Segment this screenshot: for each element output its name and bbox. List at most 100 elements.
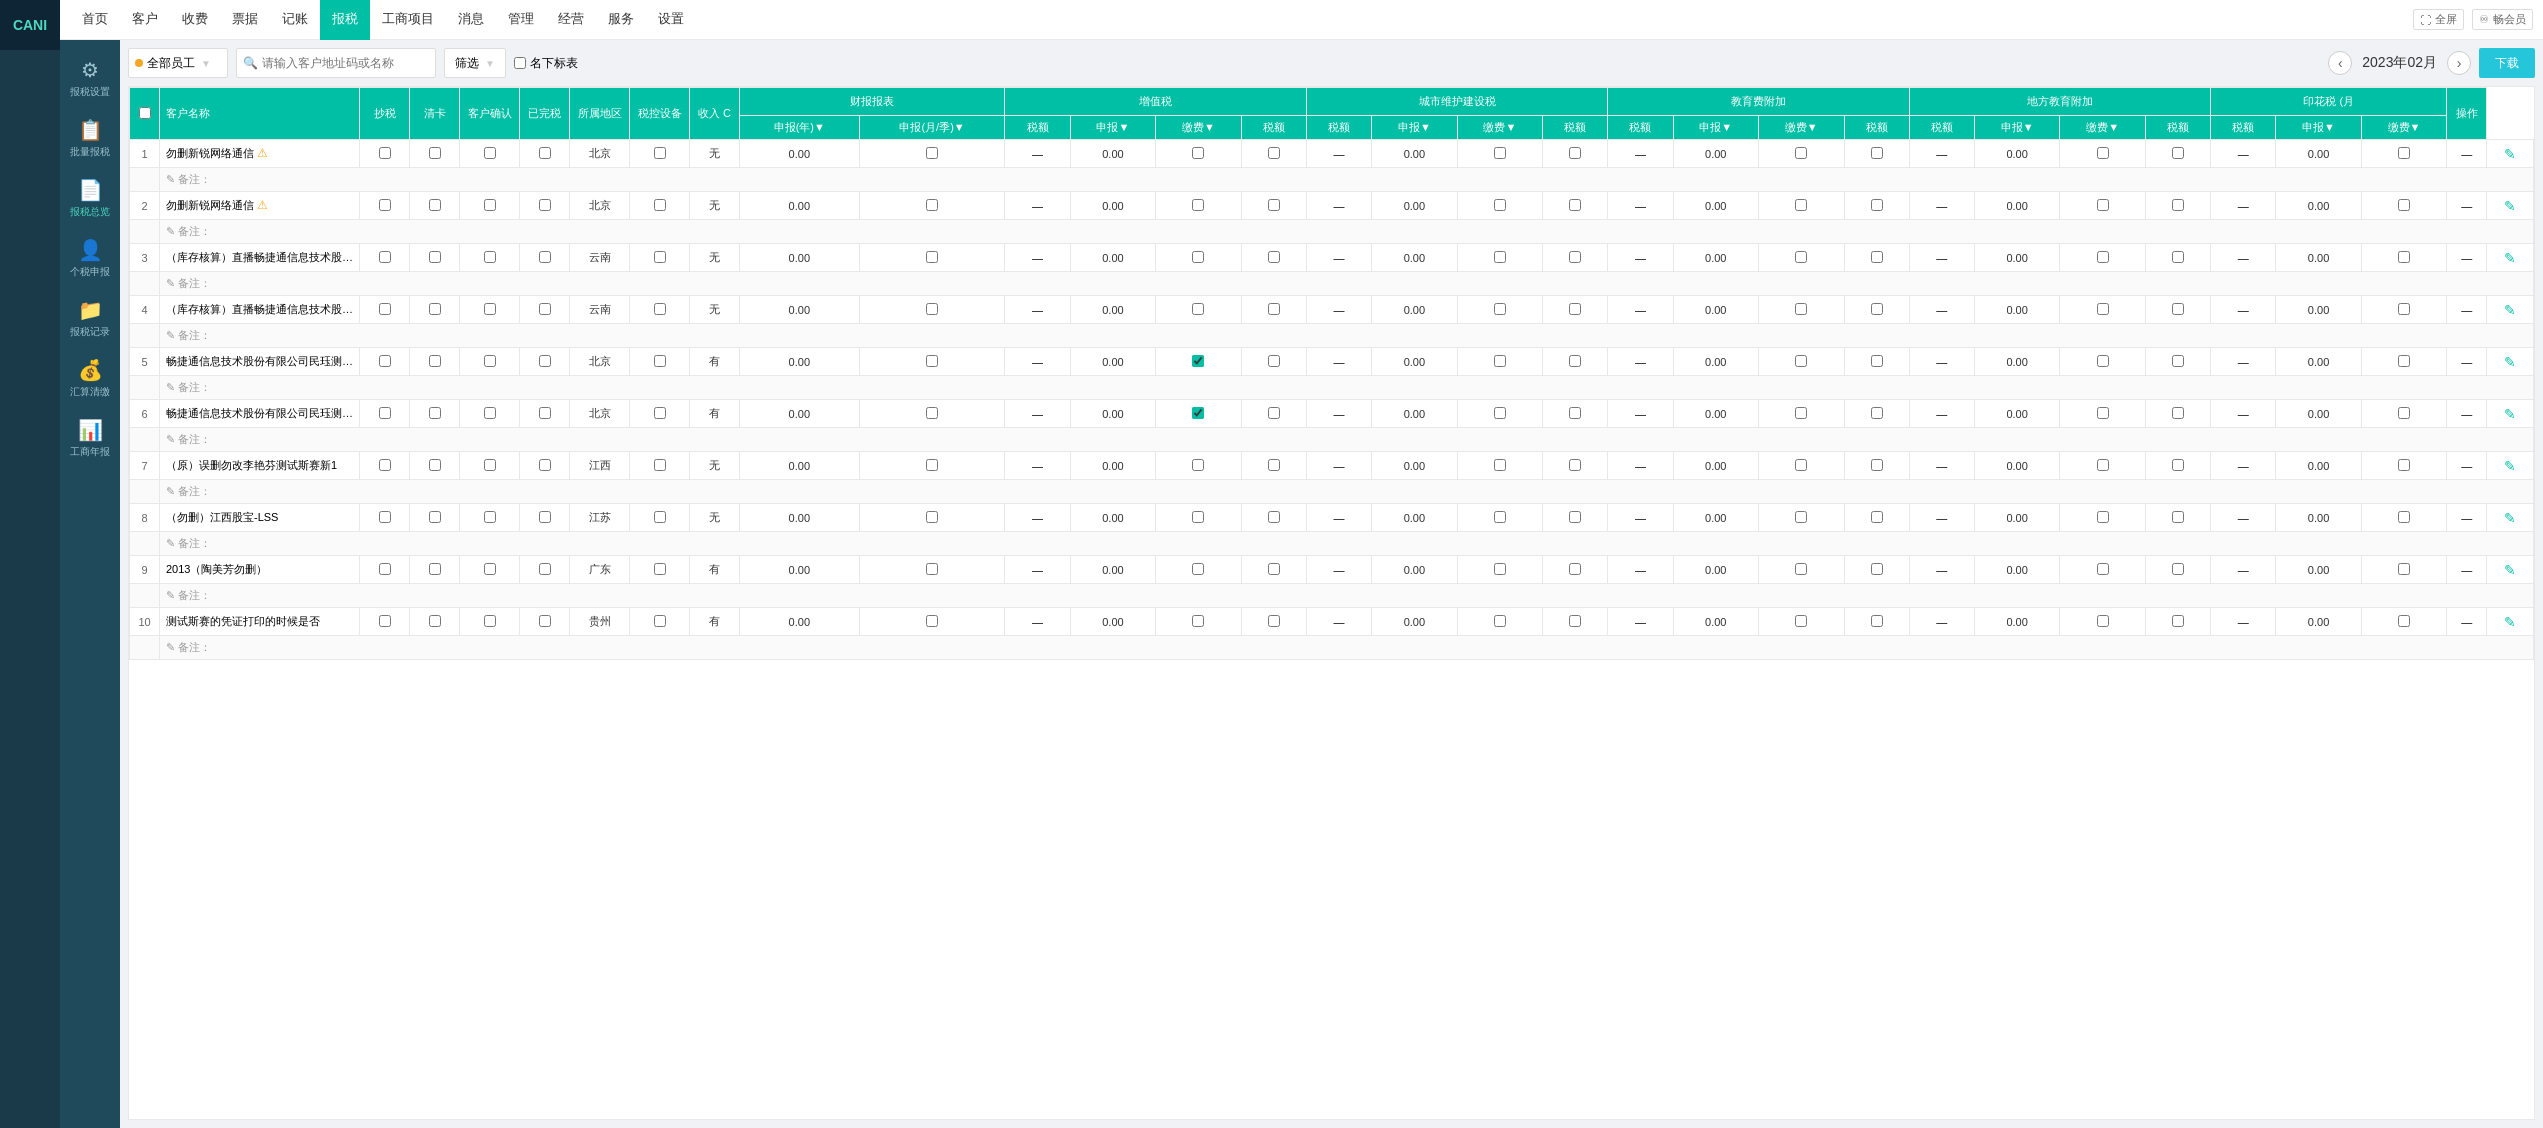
local-fee-cb[interactable] [2145,296,2210,324]
confirm-cb[interactable] [460,140,520,168]
nav-manage[interactable]: 管理 [496,0,546,40]
employee-filter[interactable]: 全部员工 ▼ [128,48,228,78]
vat-declare-cb[interactable] [1156,192,1242,220]
city-fee-cb[interactable] [1543,608,1608,636]
nav-finance[interactable]: 经营 [546,0,596,40]
confirm-cb[interactable] [460,296,520,324]
local-declare-cb[interactable] [2060,608,2146,636]
qingka-cb[interactable] [410,296,460,324]
fin-year-cb[interactable] [859,452,1005,480]
th-local-fee[interactable]: 缴费▼ [2060,116,2146,140]
fin-year-cb[interactable] [859,504,1005,532]
stamp-declare-cb[interactable] [2361,192,2447,220]
city-declare-cb[interactable] [1457,244,1543,272]
qingka-cb[interactable] [410,400,460,428]
filed-cb[interactable] [520,348,570,376]
edit-btn[interactable]: ✎ [2487,504,2534,532]
edu-fee-cb[interactable] [1844,504,1909,532]
local-fee-cb[interactable] [2145,556,2210,584]
stamp-declare-cb[interactable] [2361,608,2447,636]
edu-fee-cb[interactable] [1844,244,1909,272]
edit-btn[interactable]: ✎ [2487,452,2534,480]
edit-btn[interactable]: ✎ [2487,556,2534,584]
local-fee-cb[interactable] [2145,348,2210,376]
vat-declare-cb[interactable] [1156,348,1242,376]
qingka-cb[interactable] [410,504,460,532]
local-fee-cb[interactable] [2145,504,2210,532]
edu-fee-cb[interactable] [1844,556,1909,584]
fullscreen-btn[interactable]: ⛶ 全屏 [2413,9,2464,30]
sub-nav-batch-tax[interactable]: 📋 批量报税 [60,108,120,168]
edit-btn[interactable]: ✎ [2487,296,2534,324]
city-fee-cb[interactable] [1543,452,1608,480]
vat-declare-cb[interactable] [1156,296,1242,324]
chaoshui-cb[interactable] [360,192,410,220]
fin-year-cb[interactable] [859,296,1005,324]
select-all-checkbox[interactable] [139,107,151,119]
sub-nav-annual-report[interactable]: 📊 工商年报 [60,408,120,468]
filed-cb[interactable] [520,608,570,636]
checkbox-label[interactable]: 名下标表 [514,55,578,72]
stamp-declare-cb[interactable] [2361,244,2447,272]
vat-fee-cb[interactable] [1241,400,1306,428]
local-fee-cb[interactable] [2145,244,2210,272]
city-fee-cb[interactable] [1543,556,1608,584]
search-box[interactable]: 🔍 [236,48,436,78]
nav-tax[interactable]: 报税 [320,0,370,40]
sub-nav-tax-record[interactable]: 📁 报税记录 [60,288,120,348]
edu-fee-cb[interactable] [1844,348,1909,376]
qingka-cb[interactable] [410,608,460,636]
edit-btn[interactable]: ✎ [2487,608,2534,636]
vat-declare-cb[interactable] [1156,504,1242,532]
date-prev-btn[interactable]: ‹ [2328,51,2352,75]
vat-fee-cb[interactable] [1241,192,1306,220]
th-local-declare[interactable]: 申报▼ [1974,116,2060,140]
fin-year-cb[interactable] [859,244,1005,272]
edu-fee-cb[interactable] [1844,140,1909,168]
vat-declare-cb[interactable] [1156,608,1242,636]
qingka-cb[interactable] [410,244,460,272]
edu-fee-cb[interactable] [1844,452,1909,480]
nav-message[interactable]: 消息 [446,0,496,40]
confirm-cb[interactable] [460,400,520,428]
edu-declare-cb[interactable] [1759,400,1845,428]
chaoshui-cb[interactable] [360,348,410,376]
city-declare-cb[interactable] [1457,608,1543,636]
sub-nav-settlement[interactable]: 💰 汇算清缴 [60,348,120,408]
edit-btn[interactable]: ✎ [2487,192,2534,220]
qingka-cb[interactable] [410,140,460,168]
edu-fee-cb[interactable] [1844,192,1909,220]
nav-settings[interactable]: 设置 [646,0,696,40]
edu-declare-cb[interactable] [1759,140,1845,168]
city-fee-cb[interactable] [1543,140,1608,168]
th-city-fee[interactable]: 缴费▼ [1457,116,1543,140]
fin-year-cb[interactable] [859,400,1005,428]
chaoshui-cb[interactable] [360,452,410,480]
filed-cb[interactable] [520,244,570,272]
confirm-cb[interactable] [460,192,520,220]
download-button[interactable]: 下载 [2479,48,2535,78]
nav-service[interactable]: 服务 [596,0,646,40]
edu-declare-cb[interactable] [1759,608,1845,636]
device-cb[interactable] [630,556,690,584]
th-vat-declare[interactable]: 申报▼ [1070,116,1156,140]
nav-invoice[interactable]: 票据 [220,0,270,40]
edu-declare-cb[interactable] [1759,556,1845,584]
city-declare-cb[interactable] [1457,348,1543,376]
city-declare-cb[interactable] [1457,504,1543,532]
search-input[interactable] [262,56,429,70]
vat-declare-cb[interactable] [1156,244,1242,272]
nav-accounting[interactable]: 记账 [270,0,320,40]
chaoshui-cb[interactable] [360,296,410,324]
filed-cb[interactable] [520,504,570,532]
th-stamp-declare[interactable]: 申报▼ [2276,116,2362,140]
qingka-cb[interactable] [410,556,460,584]
edit-btn[interactable]: ✎ [2487,140,2534,168]
checkbox-named[interactable] [514,57,526,69]
fin-year-cb[interactable] [859,556,1005,584]
nav-billing[interactable]: 收费 [170,0,220,40]
local-fee-cb[interactable] [2145,608,2210,636]
edu-fee-cb[interactable] [1844,608,1909,636]
th-vat-fee[interactable]: 缴费▼ [1156,116,1242,140]
fin-year-cb[interactable] [859,608,1005,636]
